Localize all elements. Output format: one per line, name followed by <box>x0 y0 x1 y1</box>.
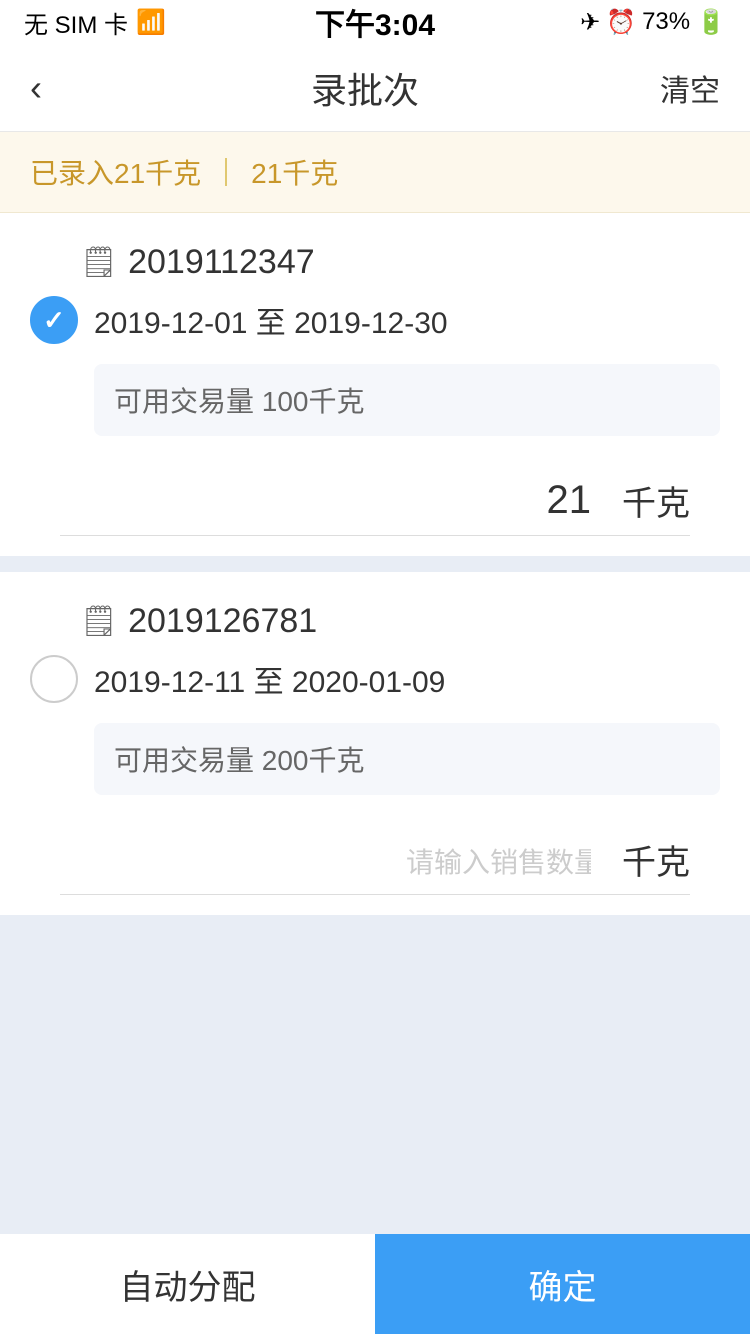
batch2-header: 🗒 2019126781 <box>30 602 720 641</box>
content-area: 已录入21千克 21千克 🗒 2019112347 2019-12-01 至 2… <box>0 132 750 1315</box>
batch2-checkbox[interactable] <box>30 655 78 703</box>
summary-banner: 已录入21千克 21千克 <box>0 132 750 213</box>
back-button[interactable]: ‹ <box>30 67 90 109</box>
batch1-available: 可用交易量 100千克 <box>94 364 720 436</box>
status-right: ✈ ⏰ 73% 🔋 <box>580 8 726 37</box>
batch2-underline <box>60 894 690 895</box>
batch1-quantity-row: 千克 <box>30 456 720 525</box>
batch1-date-row: 2019-12-01 至 2019-12-30 <box>30 296 720 344</box>
wifi-icon: 📶 <box>136 8 166 37</box>
bottom-bar: 自动分配 确定 <box>0 1234 750 1334</box>
batch1-quantity-input[interactable] <box>406 478 606 523</box>
status-left: 无 SIM 卡 📶 <box>24 5 166 40</box>
battery-icon: 🔋 <box>696 8 726 37</box>
batch2-icon: 🗒 <box>80 604 118 639</box>
batch2-date-range: 2019-12-11 至 2020-01-09 <box>94 657 445 701</box>
nav-bar: ‹ 录批次 清空 <box>0 44 750 132</box>
confirm-button[interactable]: 确定 <box>375 1234 750 1334</box>
summary-divider <box>225 158 227 186</box>
total-label: 21千克 <box>251 152 338 192</box>
batch2-available: 可用交易量 200千克 <box>94 723 720 795</box>
recorded-label: 已录入21千克 <box>30 152 201 192</box>
batch1-unit: 千克 <box>622 476 690 525</box>
status-bar: 无 SIM 卡 📶 下午3:04 ✈ ⏰ 73% 🔋 <box>0 0 750 44</box>
clear-button[interactable]: 清空 <box>640 66 720 110</box>
batch1-underline <box>60 535 690 536</box>
battery-text: 73% <box>642 8 690 36</box>
batch2-date-row: 2019-12-11 至 2020-01-09 <box>30 655 720 703</box>
batch1-checkbox[interactable] <box>30 296 78 344</box>
status-time: 下午3:04 <box>315 0 435 44</box>
batch2-unit: 千克 <box>622 835 690 884</box>
batch-separator-1 <box>0 556 750 572</box>
auto-distribute-button[interactable]: 自动分配 <box>0 1234 375 1334</box>
location-icon: ✈ <box>580 8 600 37</box>
alarm-icon: ⏰ <box>606 8 636 37</box>
batch2-quantity-input[interactable] <box>406 837 606 882</box>
carrier-text: 无 SIM 卡 <box>24 5 128 40</box>
batch1-header: 🗒 2019112347 <box>30 243 720 282</box>
batch1-icon: 🗒 <box>80 245 118 280</box>
batch-item-1: 🗒 2019112347 2019-12-01 至 2019-12-30 可用交… <box>0 213 750 556</box>
batch1-date-range: 2019-12-01 至 2019-12-30 <box>94 298 448 342</box>
batch2-quantity-row: 千克 <box>30 815 720 884</box>
page-title: 录批次 <box>311 62 419 114</box>
batch-item-2: 🗒 2019126781 2019-12-11 至 2020-01-09 可用交… <box>0 572 750 915</box>
batch2-id: 2019126781 <box>128 602 317 641</box>
batch1-id: 2019112347 <box>128 243 315 282</box>
